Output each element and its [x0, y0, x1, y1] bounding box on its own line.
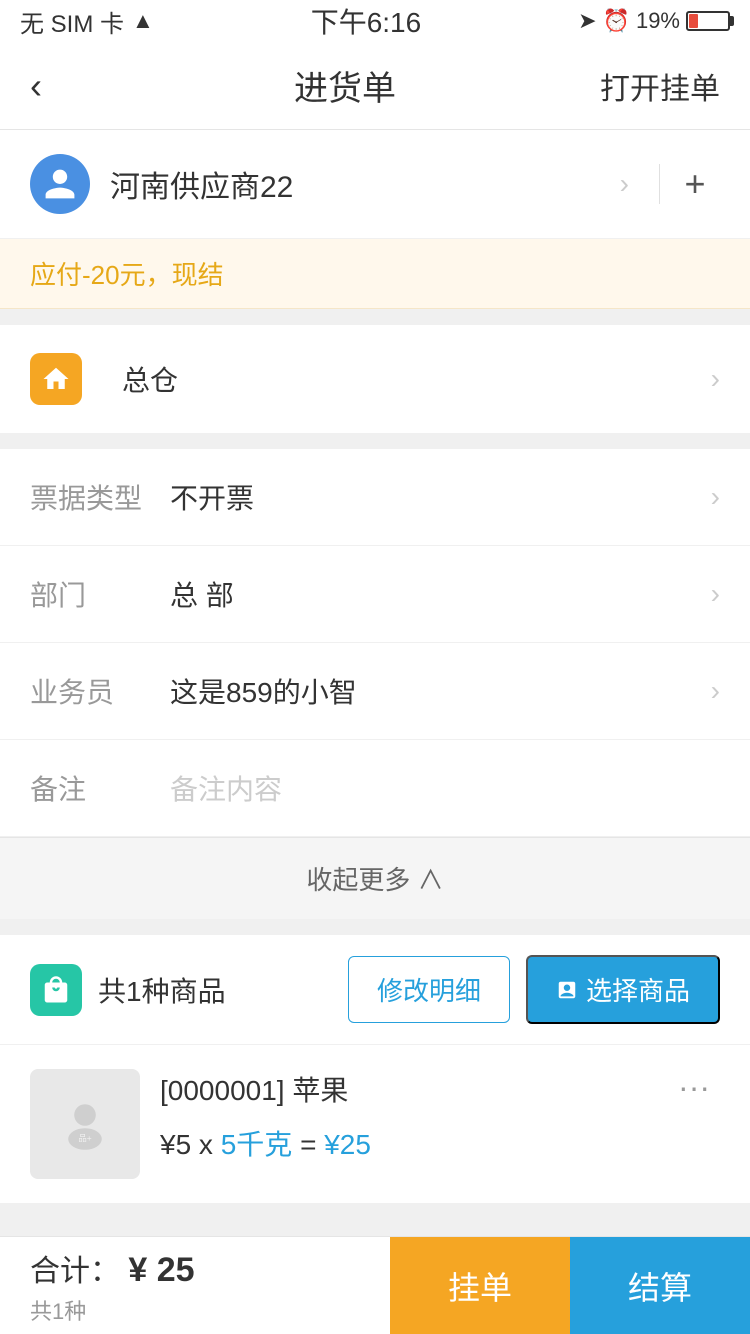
total-row: 合计： ¥ 25: [30, 1246, 360, 1290]
battery-label: 19%: [636, 8, 680, 34]
battery-icon: [686, 11, 730, 31]
warehouse-name: 总仓: [102, 359, 711, 399]
quantity: 5千克: [221, 1129, 293, 1160]
product-code: [0000001] 苹果: [160, 1075, 348, 1106]
nav-bar: ‹ 进货单 打开挂单: [0, 42, 750, 130]
supplier-name: 河南供应商22: [110, 162, 620, 206]
sales-chevron-icon: ›: [711, 675, 720, 707]
sales-label: 业务员: [30, 671, 150, 711]
supplier-chevron-icon: ›: [620, 168, 629, 200]
product-thumbnail: 品+: [30, 1069, 140, 1179]
sales-row[interactable]: 业务员 这是859的小智 ›: [0, 643, 750, 740]
remark-label: 备注: [30, 768, 150, 808]
status-bar: 无 SIM 卡 ▲ 下午6:16 ➤ ⏰ 19%: [0, 0, 750, 42]
dept-row[interactable]: 部门 总 部 ›: [0, 546, 750, 643]
shopping-bag-icon: [41, 975, 71, 1005]
location-icon: ➤: [578, 8, 596, 34]
product-more-button[interactable]: ···: [668, 1069, 720, 1106]
product-count-icon-bg: [30, 964, 82, 1016]
edit-detail-button[interactable]: 修改明细: [348, 956, 510, 1023]
product-price: ¥5 x 5千克 = ¥25: [160, 1123, 668, 1163]
dept-value: 总 部: [150, 574, 711, 614]
footer-total: 合计： ¥ 25 共1种: [0, 1246, 390, 1326]
product-section: 共1种商品 修改明细 选择商品 品+ [0000001] 苹果: [0, 935, 750, 1203]
warehouse-icon-bg: [30, 353, 82, 405]
carrier-label: 无 SIM 卡: [20, 4, 124, 39]
supplier-row[interactable]: 河南供应商22 › +: [0, 130, 750, 239]
product-header: 共1种商品 修改明细 选择商品: [0, 935, 750, 1045]
price-equals: =: [300, 1129, 324, 1160]
unit-price: ¥5 x: [160, 1129, 221, 1160]
svg-text:品+: 品+: [78, 1133, 91, 1143]
main-content: 河南供应商22 › + 应付-20元，现结 总仓 › 票据类型 不开票 ›: [0, 130, 750, 1317]
page-title: 进货单: [294, 61, 396, 110]
dept-label: 部门: [30, 574, 150, 614]
product-info: [0000001] 苹果 ¥5 x 5千克 = ¥25: [160, 1069, 668, 1163]
invoice-label: 票据类型: [30, 477, 150, 517]
invoice-type-row[interactable]: 票据类型 不开票 ›: [0, 449, 750, 546]
product-count: 共1种商品: [98, 970, 348, 1010]
hang-button[interactable]: 挂单: [390, 1237, 570, 1334]
remark-placeholder: 备注内容: [150, 768, 720, 808]
alarm-icon: ⏰: [603, 8, 630, 34]
supplier-section: 河南供应商22 › + 应付-20元，现结: [0, 130, 750, 309]
wifi-icon: ▲: [132, 8, 154, 34]
product-item: 品+ [0000001] 苹果 ¥5 x 5千克 = ¥25 ···: [0, 1045, 750, 1203]
select-product-icon: [556, 979, 578, 1001]
checkout-button[interactable]: 结算: [570, 1237, 750, 1334]
status-time: 下午6:16: [311, 1, 422, 41]
collapse-button[interactable]: 收起更多 ∧: [0, 837, 750, 919]
back-button[interactable]: ‹: [30, 65, 90, 107]
product-placeholder-icon: 品+: [55, 1094, 115, 1154]
status-left: 无 SIM 卡 ▲: [20, 4, 154, 39]
warehouse-chevron-icon: ›: [711, 363, 720, 395]
total-label: 合计：: [30, 1255, 120, 1288]
form-section: 票据类型 不开票 › 部门 总 部 › 业务员 这是859的小智 › 备注 备注…: [0, 449, 750, 919]
user-icon: [42, 166, 78, 202]
open-hang-button[interactable]: 打开挂单: [600, 64, 720, 108]
footer-count: 共1种: [30, 1294, 360, 1326]
line-total: ¥25: [324, 1129, 371, 1160]
warehouse-section: 总仓 ›: [0, 325, 750, 433]
divider: [659, 164, 660, 204]
payment-warning: 应付-20元，现结: [0, 239, 750, 309]
product-name: [0000001] 苹果: [160, 1069, 668, 1109]
remark-row[interactable]: 备注 备注内容: [0, 740, 750, 837]
invoice-chevron-icon: ›: [711, 481, 720, 513]
invoice-value: 不开票: [150, 477, 711, 517]
select-product-button[interactable]: 选择商品: [526, 955, 720, 1024]
add-supplier-button[interactable]: +: [670, 159, 720, 209]
dept-chevron-icon: ›: [711, 578, 720, 610]
warehouse-row[interactable]: 总仓 ›: [0, 325, 750, 433]
sales-value: 这是859的小智: [150, 671, 711, 711]
footer: 合计： ¥ 25 共1种 挂单 结算: [0, 1236, 750, 1334]
supplier-avatar: [30, 154, 90, 214]
total-amount: ¥ 25: [128, 1251, 194, 1289]
warehouse-icon: [41, 364, 71, 394]
status-right: ➤ ⏰ 19%: [578, 8, 730, 34]
